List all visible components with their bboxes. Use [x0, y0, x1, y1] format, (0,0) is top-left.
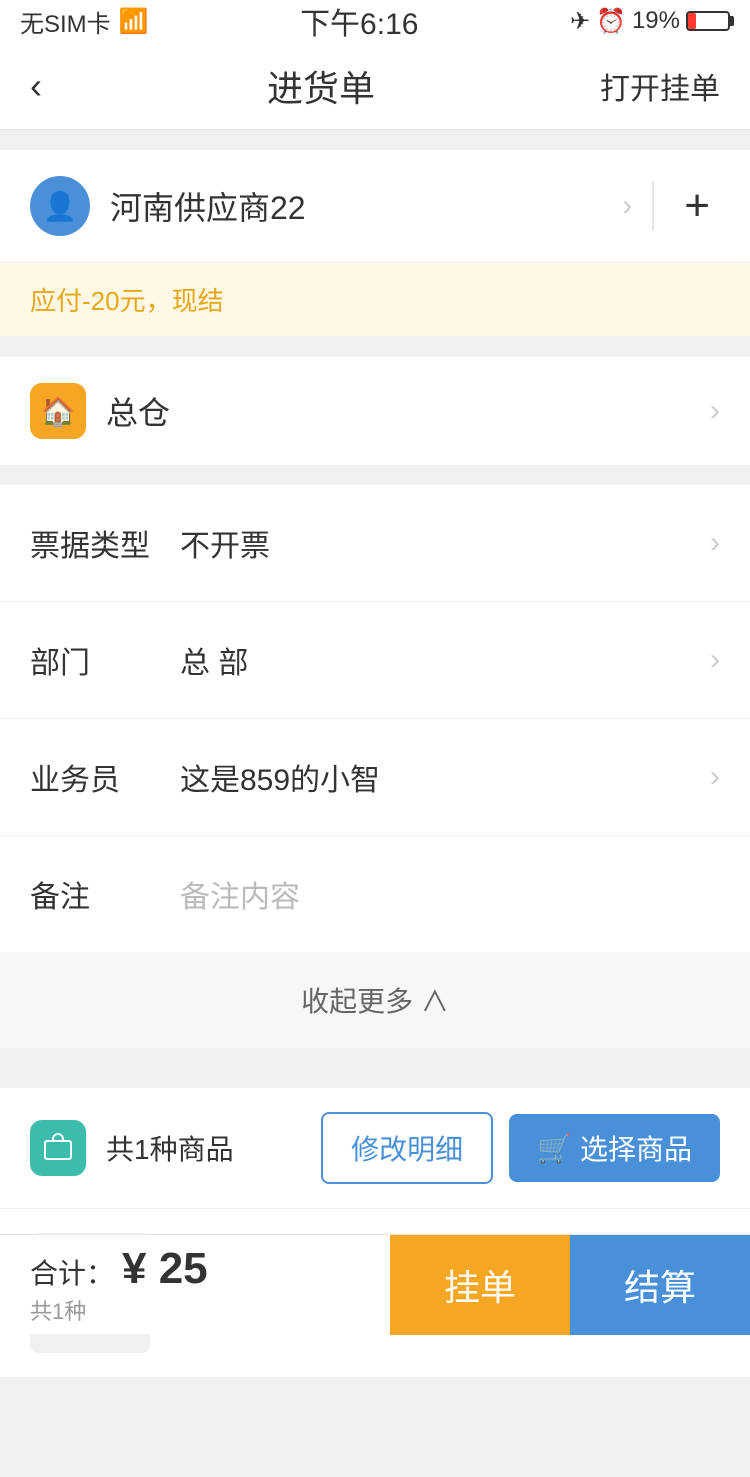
pending-button[interactable]: 挂单	[390, 1235, 570, 1335]
salesperson-chevron-icon: ›	[710, 760, 720, 794]
page-title: 进货单	[267, 60, 375, 112]
status-bar-right: ✈ ⏰ 19%	[570, 7, 730, 36]
supplier-avatar: 👤	[30, 176, 90, 236]
back-button[interactable]: ‹	[30, 65, 42, 107]
supplier-divider	[652, 181, 654, 231]
status-bar: 无SIM卡 📶 下午6:16 ✈ ⏰ 19%	[0, 0, 750, 42]
supplier-section: 👤 河南供应商22 › + 应付-20元，现结	[0, 150, 750, 337]
select-product-button[interactable]: 🛒 选择商品	[509, 1114, 720, 1182]
supplier-row[interactable]: 👤 河南供应商22 › +	[0, 150, 750, 263]
notice-bar: 应付-20元，现结	[0, 263, 750, 337]
warehouse-icon: 🏠	[30, 383, 86, 439]
status-bar-left: 无SIM卡 📶	[20, 4, 149, 39]
select-product-icon: 🛒	[537, 1132, 572, 1165]
remark-row[interactable]: 备注 备注内容	[0, 836, 750, 952]
warehouse-icon-symbol: 🏠	[41, 395, 76, 428]
products-header: 共1种商品 修改明细 🛒 选择商品	[0, 1088, 750, 1208]
salesperson-label: 业务员	[30, 755, 160, 799]
collapse-label: 收起更多 ∧	[301, 980, 449, 1020]
department-row[interactable]: 部门 总 部 ›	[0, 602, 750, 719]
settle-button[interactable]: 结算	[570, 1235, 750, 1335]
wifi-icon: 📶	[119, 7, 149, 36]
invoice-type-value: 不开票	[180, 521, 710, 565]
notice-text: 应付-20元，现结	[30, 286, 224, 316]
edit-detail-button[interactable]: 修改明细	[321, 1112, 493, 1184]
battery-percent: 19%	[632, 7, 680, 35]
invoice-type-row[interactable]: 票据类型 不开票 ›	[0, 485, 750, 602]
remark-label: 备注	[30, 872, 160, 916]
nav-bar: ‹ 进货单 打开挂单	[0, 42, 750, 130]
bottom-bar: 合计： ¥ 25 共1种 挂单 结算	[0, 1234, 750, 1334]
collapse-button[interactable]: 收起更多 ∧	[0, 952, 750, 1048]
remark-input[interactable]: 备注内容	[180, 872, 720, 916]
salesperson-row[interactable]: 业务员 这是859的小智 ›	[0, 719, 750, 836]
select-product-label: 选择商品	[580, 1128, 692, 1168]
alarm-icon: ⏰	[596, 7, 626, 36]
location-icon: ✈	[570, 7, 590, 36]
add-supplier-button[interactable]: +	[674, 181, 720, 231]
total-section: 合计： ¥ 25 共1种	[0, 1244, 390, 1326]
open-pending-button[interactable]: 打开挂单	[600, 64, 720, 108]
carrier-label: 无SIM卡	[20, 4, 111, 39]
department-value: 总 部	[180, 638, 710, 682]
avatar-icon: 👤	[43, 190, 78, 223]
section-divider-1	[0, 130, 750, 150]
bottom-spacer	[0, 1377, 750, 1477]
form-section: 票据类型 不开票 › 部门 总 部 › 业务员 这是859的小智 › 备注 备注…	[0, 485, 750, 952]
status-bar-time: 下午6:16	[300, 0, 418, 43]
section-divider-2	[0, 337, 750, 357]
section-divider-3	[0, 1048, 750, 1068]
supplier-name: 河南供应商22	[110, 183, 622, 229]
battery-fill	[688, 13, 696, 29]
department-label: 部门	[30, 638, 160, 682]
warehouse-name: 总仓	[106, 388, 710, 434]
total-amount: ¥ 25	[122, 1244, 208, 1294]
battery-icon	[686, 11, 730, 31]
warehouse-row[interactable]: 🏠 总仓 ›	[0, 357, 750, 465]
salesperson-value: 这是859的小智	[180, 755, 710, 799]
warehouse-chevron-icon: ›	[710, 394, 720, 428]
invoice-type-chevron-icon: ›	[710, 526, 720, 560]
department-chevron-icon: ›	[710, 643, 720, 677]
supplier-chevron-icon: ›	[622, 189, 632, 223]
total-label: 合计：	[30, 1252, 114, 1292]
total-sub-label: 共1种	[30, 1294, 360, 1326]
products-count: 共1种商品	[106, 1128, 321, 1168]
products-icon	[30, 1120, 86, 1176]
invoice-type-label: 票据类型	[30, 521, 160, 565]
